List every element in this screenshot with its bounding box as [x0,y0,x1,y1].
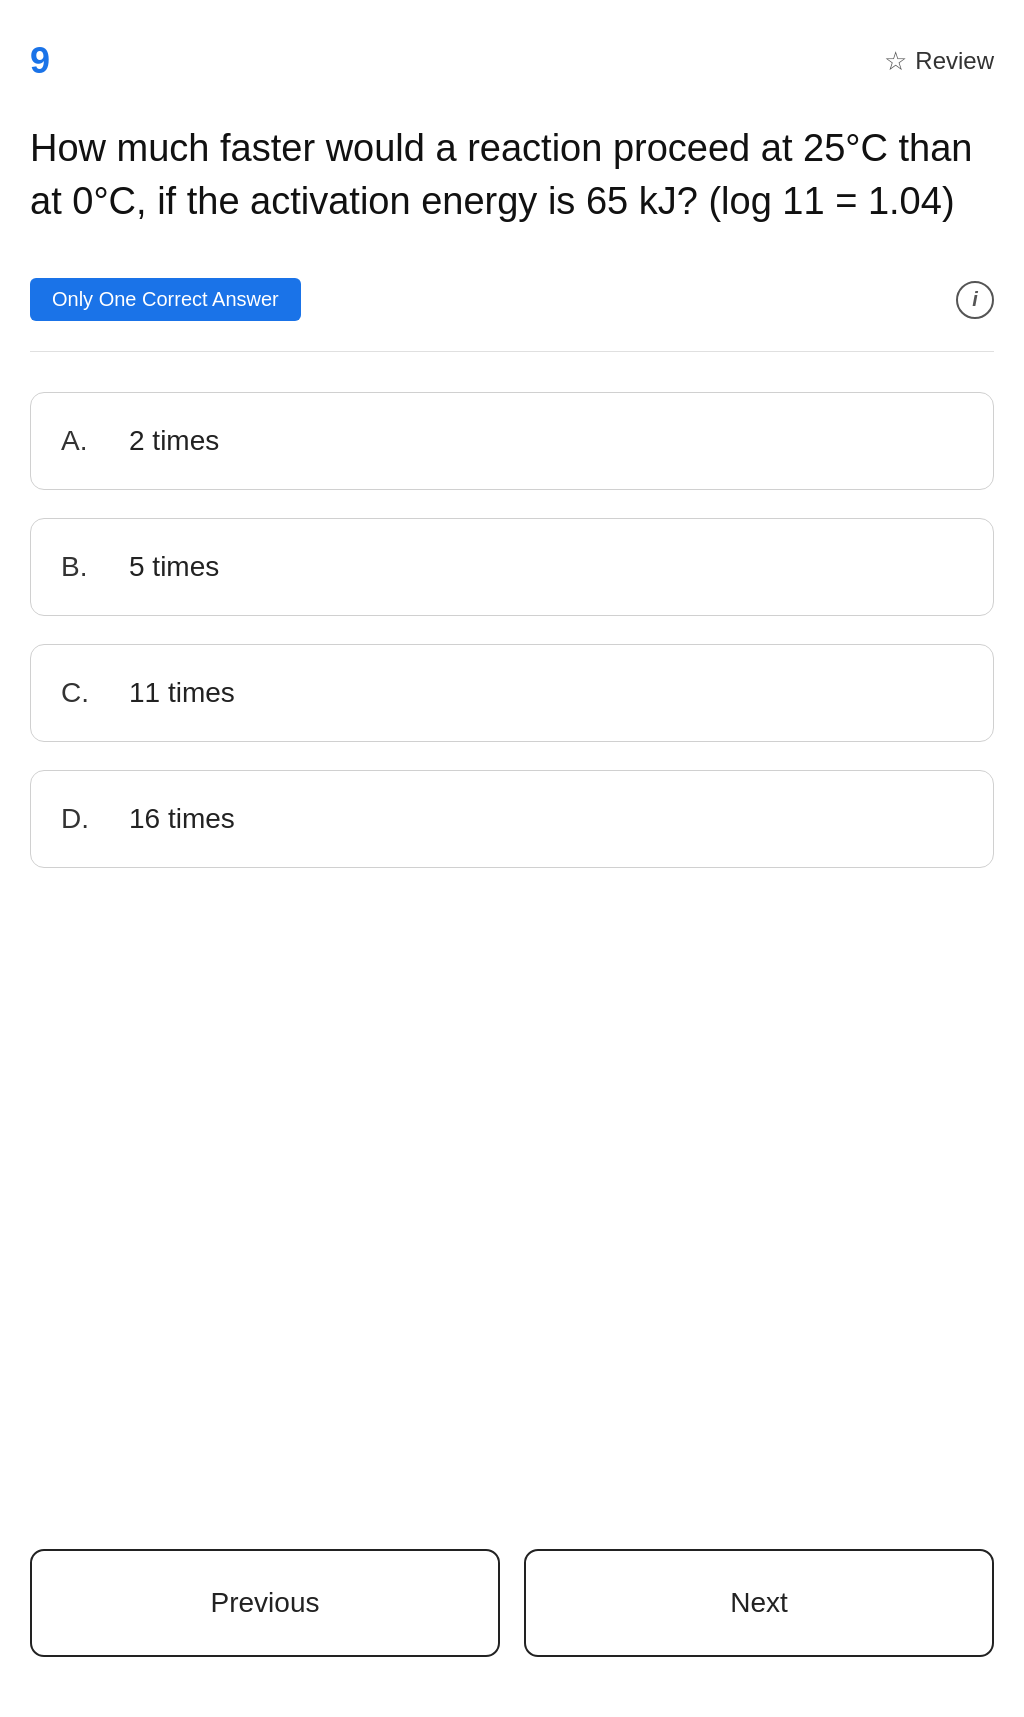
nav-buttons: Previous Next [30,1549,994,1677]
answer-type-row: Only One Correct Answer i [30,278,994,321]
option-d[interactable]: D. 16 times [30,770,994,868]
previous-button[interactable]: Previous [30,1549,500,1657]
question-number: 9 [30,40,50,82]
option-a-text: 2 times [129,425,219,457]
header: 9 ☆ Review [30,40,994,82]
review-label: Review [915,47,994,75]
option-a-label: A. [61,425,101,457]
option-b[interactable]: B. 5 times [30,518,994,616]
review-button[interactable]: ☆ Review [884,46,994,77]
answer-type-badge: Only One Correct Answer [30,278,301,321]
option-b-text: 5 times [129,551,219,583]
info-icon[interactable]: i [956,281,994,319]
option-a[interactable]: A. 2 times [30,392,994,490]
question-text: How much faster would a reaction proceed… [30,122,994,228]
option-c-text: 11 times [129,677,235,709]
option-b-label: B. [61,551,101,583]
option-c[interactable]: C. 11 times [30,644,994,742]
option-d-label: D. [61,803,101,835]
section-divider [30,351,994,352]
options-container: A. 2 times B. 5 times C. 11 times D. 16 … [30,392,994,1489]
option-c-label: C. [61,677,101,709]
page-container: 9 ☆ Review How much faster would a react… [0,0,1024,1717]
next-button[interactable]: Next [524,1549,994,1657]
option-d-text: 16 times [129,803,235,835]
star-icon: ☆ [884,46,907,77]
